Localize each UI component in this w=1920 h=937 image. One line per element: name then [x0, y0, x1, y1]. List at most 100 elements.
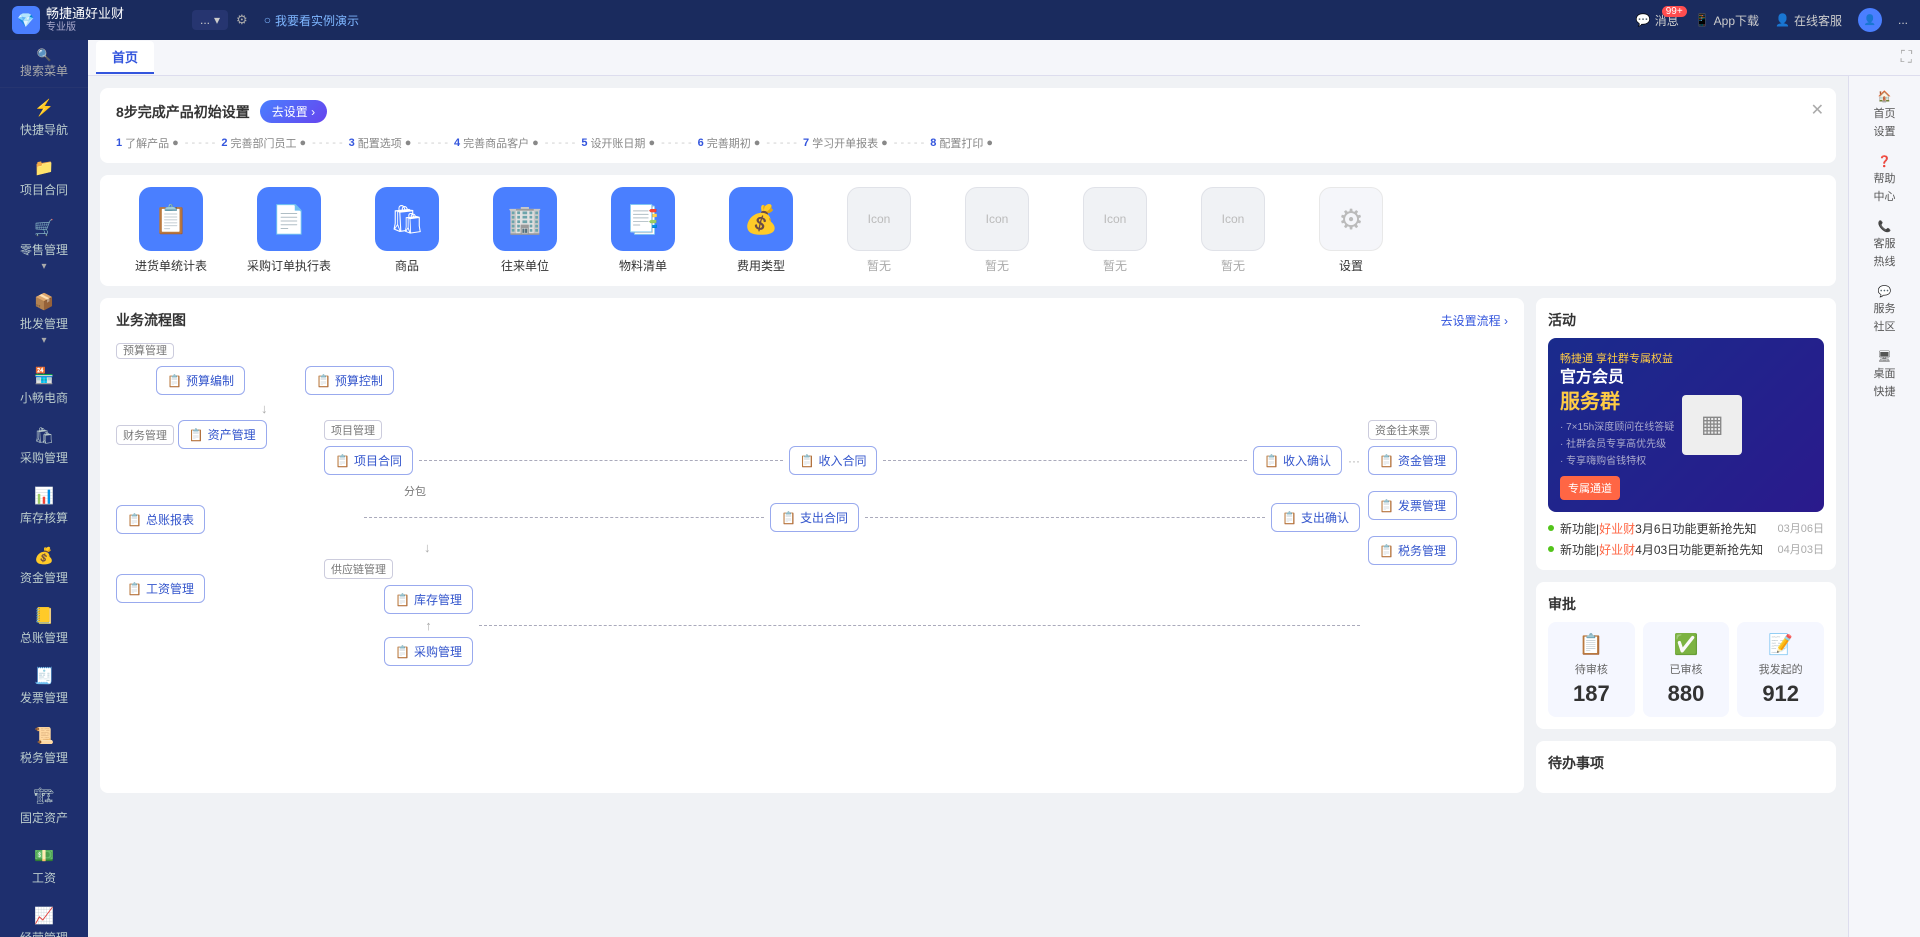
setup-close-btn[interactable]: ✕ [1811, 100, 1824, 120]
flow-header: 业务流程图 去设置流程 › [116, 310, 1508, 330]
content-plus-right: 8步完成产品初始设置 去设置 › ✕ 1 了解产品 ● - - - - - 2 [88, 76, 1920, 937]
banner-btn[interactable]: 专属通道 [1560, 476, 1620, 500]
budget-area: 预算管理 📋 预算编制 📋 [116, 342, 1508, 395]
sidebar-item-wholesale[interactable]: 📦 批发管理 ▾ [0, 282, 88, 356]
approval-card-initiated[interactable]: 📝 我发起的 912 [1737, 622, 1824, 717]
sidebar-item-salary[interactable]: 💵 工资 [0, 836, 88, 896]
messages-btn[interactable]: 💬 消息 99+ [1636, 12, 1679, 29]
sidebar: 🔍 搜索菜单 ⚡ 快捷导航 📁 项目合同 🛒 零售管理 ▾ 📦 批发管理 ▾ 🏪… [0, 40, 88, 937]
message-icon: 💬 [1636, 13, 1651, 27]
online-service-label: 在线客服 [1794, 12, 1842, 29]
activity-date-1: 03月06日 [1778, 520, 1824, 536]
node-inventory[interactable]: 📋 库存管理 [384, 585, 473, 614]
node-invoice[interactable]: 📋 发票管理 [1368, 491, 1457, 520]
right-panel-help[interactable]: ❓ 帮助 中心 [1870, 149, 1900, 210]
node-tax[interactable]: 📋 税务管理 [1368, 536, 1457, 565]
demo-link-text: 我要看实例演示 [275, 12, 359, 29]
user-avatar[interactable]: 👤 [1858, 8, 1882, 32]
sidebar-item-retail[interactable]: 🛒 零售管理 ▾ [0, 208, 88, 282]
node-income-confirm[interactable]: 📋 收入确认 [1253, 446, 1342, 475]
step-3: 3 配置选项 ● [349, 135, 412, 151]
icon-unit[interactable]: 🏢 往来单位 [470, 187, 580, 274]
setup-steps: 1 了解产品 ● - - - - - 2 完善部门员工 ● - - - - - [116, 135, 1820, 151]
tab-expand-btn[interactable]: ⛶ [1901, 49, 1912, 67]
activity-item-2[interactable]: 新功能|好业财4月03日功能更新抢先知 04月03日 [1548, 541, 1824, 558]
right-panel-desktop[interactable]: 🖥 桌面 快捷 [1870, 344, 1900, 405]
tab-home[interactable]: 首页 [96, 41, 154, 74]
icon-grid: 📋 进货单统计表 📄 采购订单执行表 🛍 商品 🏢 [116, 187, 1820, 274]
sidebar-item-accounting[interactable]: 📒 总账管理 [0, 596, 88, 656]
bom-icon: 📑 [611, 187, 675, 251]
demo-link[interactable]: ○ 我要看实例演示 [264, 12, 359, 29]
node-income-contract[interactable]: 📋 收入合同 [789, 446, 878, 475]
income-c-icon: 📋 [800, 454, 815, 468]
online-service-btn[interactable]: 👤 在线客服 [1775, 12, 1842, 29]
empty1-icon: Icon [847, 187, 911, 251]
node-spend-confirm[interactable]: 📋 支出确认 [1271, 503, 1360, 532]
banner-main-text: 官方会员服务群 [1560, 368, 1674, 415]
retail-icon: 🛒 [34, 218, 54, 238]
icon-po-exec[interactable]: 📄 采购订单执行表 [234, 187, 344, 274]
budget-label: 预算管理 [116, 342, 1508, 358]
main-flow-area: 财务管理 📋 资产管理 📋 总账报表 [116, 420, 1508, 666]
icon-empty-1[interactable]: Icon 暂无 [824, 187, 934, 274]
node-salary[interactable]: 📋 工资管理 [116, 574, 205, 603]
setup-btn[interactable]: 去设置 › [260, 100, 327, 123]
node-total-report[interactable]: 📋 总账报表 [116, 505, 205, 534]
node-asset[interactable]: 📋 资产管理 [178, 420, 267, 449]
sidebar-item-tax[interactable]: 📜 税务管理 [0, 716, 88, 776]
node-project[interactable]: 📋 项目合同 [324, 446, 413, 475]
quick-icons-section: 📋 进货单统计表 📄 采购订单执行表 🛍 商品 🏢 [100, 175, 1836, 286]
icon-bom[interactable]: 📑 物料清单 [588, 187, 698, 274]
spend-c-icon: 📋 [781, 511, 796, 525]
approval-card-approved[interactable]: ✅ 已审核 880 [1643, 622, 1730, 717]
icon-empty-4[interactable]: Icon 暂无 [1178, 187, 1288, 274]
sidebar-item-fixed-assets[interactable]: 🏗 固定资产 [0, 776, 88, 836]
company-selector[interactable]: ... ▾ [192, 10, 228, 30]
node-budget-control[interactable]: 📋 预算控制 [305, 366, 394, 395]
center-area: 首页 ⛶ 8步完成产品初始设置 去设置 › ✕ 1 了解产品 [88, 40, 1920, 937]
icon-empty-3[interactable]: Icon 暂无 [1060, 187, 1170, 274]
settings-icon-btn[interactable]: ⚙ [236, 12, 248, 28]
sidebar-item-project[interactable]: 📁 项目合同 [0, 148, 88, 208]
sidebar-item-operations[interactable]: 📈 经营管理 [0, 896, 88, 937]
sidebar-item-inventory[interactable]: 📊 库存核算 [0, 476, 88, 536]
sidebar-item-invoice[interactable]: 🧾 发票管理 [0, 656, 88, 716]
setup-title: 8步完成产品初始设置 [116, 102, 250, 122]
approval-card-pending[interactable]: 📋 待审核 187 [1548, 622, 1635, 717]
setup-section: 8步完成产品初始设置 去设置 › ✕ 1 了解产品 ● - - - - - 2 [100, 88, 1836, 163]
flow-title: 业务流程图 [116, 310, 186, 330]
logo-sub: 专业版 [46, 22, 124, 34]
fixed-assets-icon: 🏗 [34, 786, 54, 806]
activity-item-1[interactable]: 新功能|好业财3月6日功能更新抢先知 03月06日 [1548, 520, 1824, 537]
icon-expense-type[interactable]: 💰 费用类型 [706, 187, 816, 274]
right-panel-service[interactable]: 📞 客服 热线 [1870, 214, 1900, 275]
right-panel-home-settings[interactable]: 🏠 首页 设置 [1870, 84, 1900, 145]
flow-settings-link[interactable]: 去设置流程 › [1441, 312, 1508, 329]
icon-empty-2[interactable]: Icon 暂无 [942, 187, 1052, 274]
step-7: 7 学习开单报表 ● [803, 135, 888, 151]
node-spend-contract[interactable]: 📋 支出合同 [770, 503, 859, 532]
app-download-btn[interactable]: 📱 App下载 [1695, 12, 1759, 29]
node-purchase[interactable]: 📋 采购管理 [384, 637, 473, 666]
icon-purchase-stats[interactable]: 📋 进货单统计表 [116, 187, 226, 274]
icon-settings[interactable]: ⚙ 设置 [1296, 187, 1406, 274]
right-panel-community[interactable]: 💬 服务 社区 [1870, 279, 1900, 340]
logo-main: 畅捷通好业财 [46, 6, 124, 22]
icon-goods[interactable]: 🛍 商品 [352, 187, 462, 274]
sidebar-item-capital[interactable]: 💰 资金管理 [0, 536, 88, 596]
step-4: 4 完善商品客户 ● [454, 135, 539, 151]
project-icon2: 📋 [335, 454, 350, 468]
node-budget-make[interactable]: 📋 预算编制 [156, 366, 245, 395]
po-exec-icon: 📄 [257, 187, 321, 251]
tab-bar: 首页 ⛶ [88, 40, 1920, 76]
sidebar-item-quicknav[interactable]: ⚡ 快捷导航 [0, 88, 88, 148]
sidebar-item-ecommerce[interactable]: 🏪 小畅电商 [0, 356, 88, 416]
sidebar-item-purchase[interactable]: 🛍 采购管理 [0, 416, 88, 476]
home-settings-icon: 🏠 [1878, 90, 1892, 103]
activity-banner: 畅捷通 享社群专属权益 官方会员服务群 · 7×15h深度顾问在线答疑· 社群会… [1548, 338, 1824, 512]
node-capital[interactable]: 📋 资金管理 [1368, 446, 1457, 475]
flow-diagram: 预算管理 📋 预算编制 📋 [116, 342, 1508, 762]
sidebar-search[interactable]: 🔍 搜索菜单 [0, 40, 88, 88]
activity-text-1: 新功能|好业财3月6日功能更新抢先知 [1560, 520, 1757, 537]
